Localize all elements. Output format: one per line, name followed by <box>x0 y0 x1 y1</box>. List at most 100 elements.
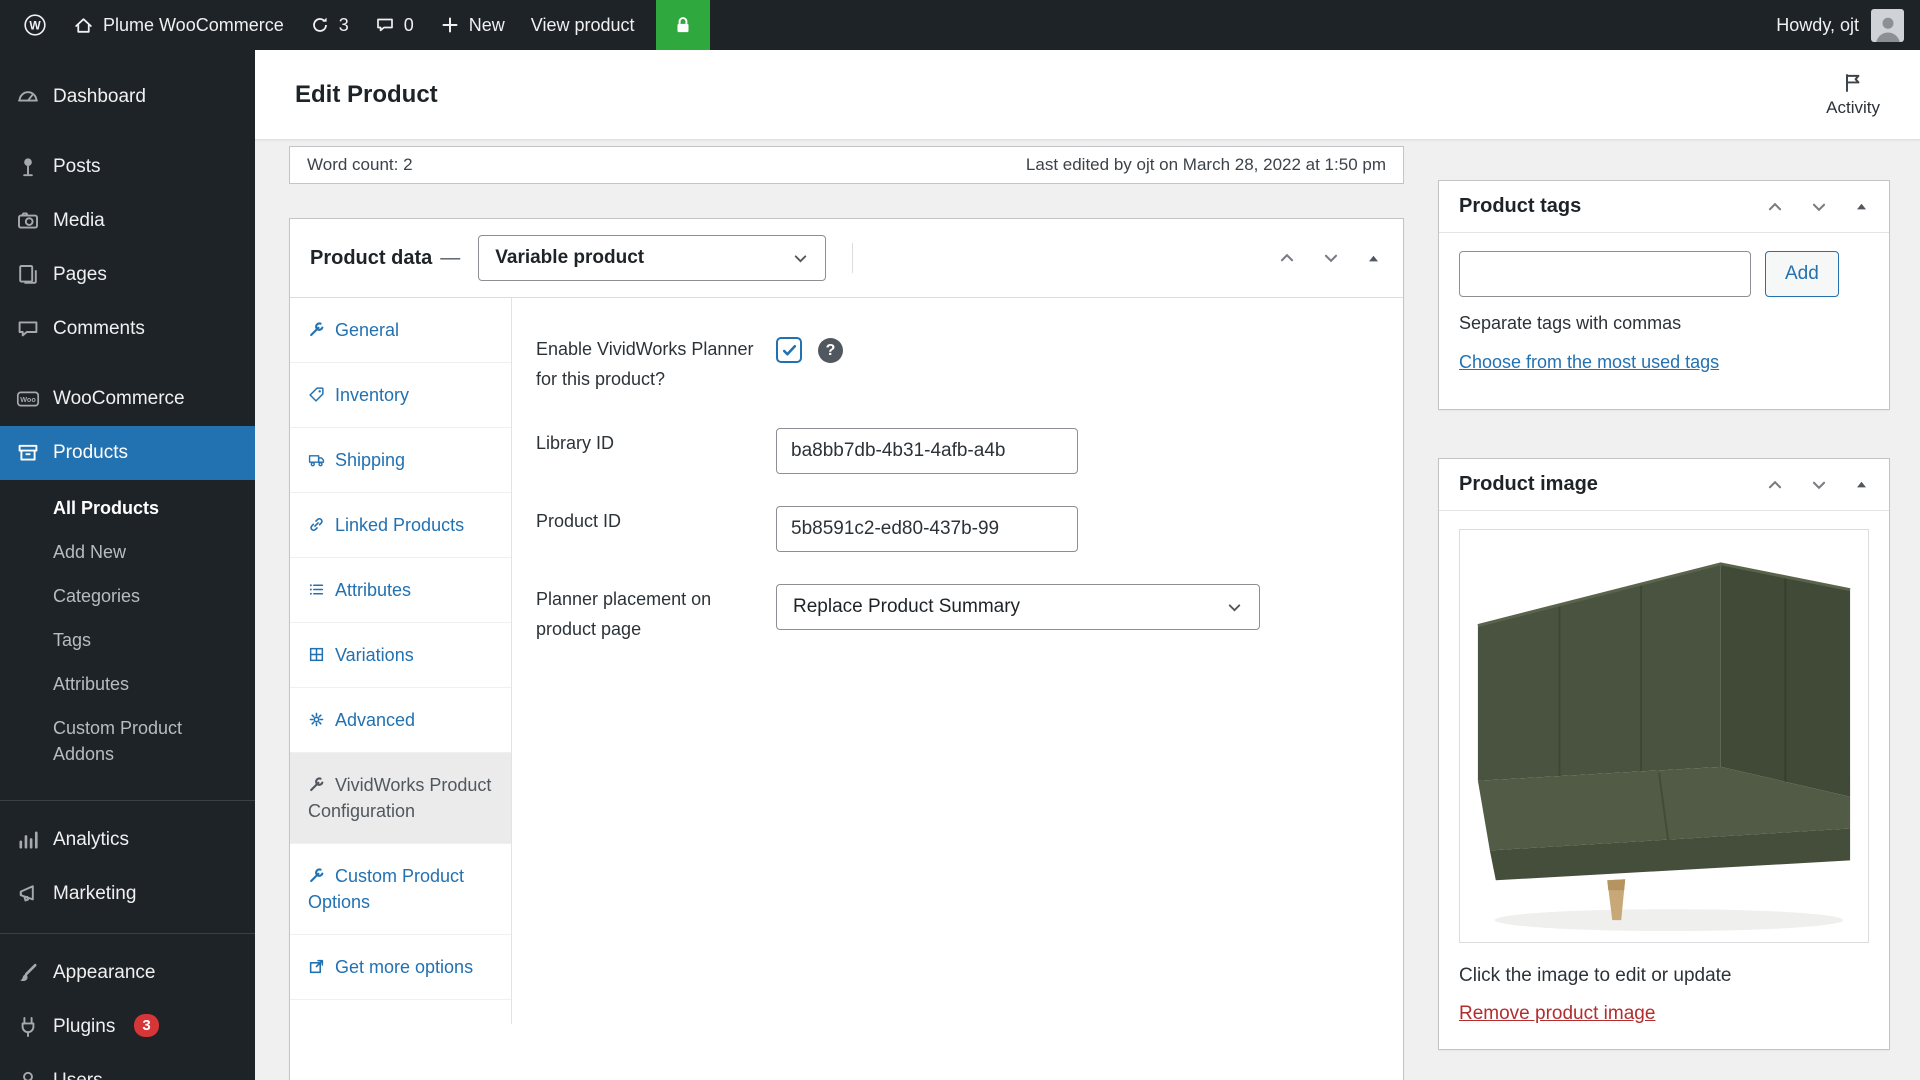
updates-link[interactable]: 3 <box>297 0 362 50</box>
move-down-button[interactable] <box>1322 249 1340 267</box>
comments-link[interactable]: 0 <box>362 0 427 50</box>
woocommerce-icon: Woo <box>16 387 40 411</box>
external-arrow-icon <box>308 958 325 975</box>
product-id-input[interactable] <box>776 506 1078 552</box>
last-edited: Last edited by ojt on March 28, 2022 at … <box>1025 155 1386 174</box>
tab-custom-product-options[interactable]: Custom Product Options <box>290 844 511 935</box>
security-status-button[interactable] <box>655 0 710 50</box>
product-type-value: Variable product <box>495 247 645 268</box>
planner-placement-value: Replace Product Summary <box>793 596 1021 617</box>
sidebar-item-users[interactable]: Users <box>0 1054 255 1080</box>
activity-button[interactable]: Activity <box>1826 71 1880 118</box>
collapse-toggle-button[interactable] <box>1854 477 1869 492</box>
tag-icon <box>308 386 325 403</box>
planner-placement-select[interactable]: Replace Product Summary <box>776 584 1260 630</box>
submenu-add-new[interactable]: Add New <box>0 530 255 574</box>
tab-label: Advanced <box>335 710 416 730</box>
home-icon <box>73 15 94 36</box>
collapse-toggle-button[interactable] <box>1366 251 1381 266</box>
product-tags-panel: Product tags Add Separate tags with comm… <box>1438 180 1890 410</box>
sidebar-item-label: Appearance <box>53 962 156 983</box>
product-image-thumbnail[interactable] <box>1459 529 1869 943</box>
remove-product-image-link[interactable]: Remove product image <box>1459 1003 1655 1025</box>
move-down-button[interactable] <box>1810 198 1828 216</box>
site-name-link[interactable]: Plume WooCommerce <box>60 0 297 50</box>
collapse-toggle-button[interactable] <box>1854 199 1869 214</box>
submenu-tags[interactable]: Tags <box>0 618 255 662</box>
product-type-select[interactable]: Variable product <box>478 235 827 281</box>
chevron-up-icon <box>1280 253 1294 262</box>
sidebar-item-appearance[interactable]: Appearance <box>0 946 255 1000</box>
sidebar-item-posts[interactable]: Posts <box>0 140 255 194</box>
new-button[interactable]: New <box>427 0 518 50</box>
view-product-label: View product <box>530 14 635 35</box>
view-product-link[interactable]: View product <box>518 0 648 50</box>
page-header: Edit Product Activity <box>255 50 1920 140</box>
sidebar-item-label: Comments <box>53 318 145 339</box>
menu-separator <box>0 933 255 934</box>
sidebar-item-media[interactable]: Media <box>0 194 255 248</box>
sidebar-item-products[interactable]: Products <box>0 426 255 480</box>
product-tags-header: Product tags <box>1439 181 1889 233</box>
help-icon[interactable]: ? <box>818 338 843 363</box>
products-submenu: All Products Add New Categories Tags Att… <box>0 480 255 788</box>
tab-label: Linked Products <box>335 515 465 535</box>
tab-advanced[interactable]: Advanced <box>290 688 511 753</box>
sidebar-item-marketing[interactable]: Marketing <box>0 867 255 921</box>
sidebar-item-label: Posts <box>53 156 101 177</box>
new-tag-input[interactable] <box>1459 251 1751 297</box>
tab-label: VividWorks Product Configuration <box>308 775 492 821</box>
title-separator: — <box>440 246 461 269</box>
enable-planner-checkbox[interactable] <box>776 337 802 363</box>
wordpress-logo[interactable]: W <box>10 0 60 50</box>
sidebar-item-woocommerce[interactable]: Woo WooCommerce <box>0 372 255 426</box>
move-up-button[interactable] <box>1766 198 1784 216</box>
tab-variations[interactable]: Variations <box>290 623 511 688</box>
sidebar-item-label: Pages <box>53 264 107 285</box>
tab-attributes[interactable]: Attributes <box>290 558 511 623</box>
move-down-button[interactable] <box>1810 476 1828 494</box>
sidebar-item-pages[interactable]: Pages <box>0 248 255 302</box>
sidebar-item-label: Users <box>53 1068 103 1080</box>
users-icon <box>16 1069 40 1080</box>
move-up-button[interactable] <box>1766 476 1784 494</box>
submenu-attributes[interactable]: Attributes <box>0 662 255 706</box>
new-label: New <box>468 14 505 35</box>
tab-inventory[interactable]: Inventory <box>290 363 511 428</box>
tab-general[interactable]: General <box>290 298 511 363</box>
library-id-input[interactable] <box>776 428 1078 474</box>
sidebar-item-plugins[interactable]: Plugins 3 <box>0 1000 255 1054</box>
bar-chart-icon <box>16 828 40 852</box>
sidebar-item-label: Media <box>53 210 105 231</box>
sidebar-item-label: Products <box>53 442 128 463</box>
comments-icon <box>16 317 40 341</box>
submenu-categories[interactable]: Categories <box>0 574 255 618</box>
move-up-button[interactable] <box>1278 249 1296 267</box>
add-tag-button[interactable]: Add <box>1765 251 1839 297</box>
most-used-tags-link[interactable]: Choose from the most used tags <box>1459 352 1719 373</box>
tab-get-more-options[interactable]: Get more options <box>290 935 511 1000</box>
submenu-all-products[interactable]: All Products <box>0 486 255 530</box>
image-edit-hint: Click the image to edit or update <box>1459 965 1732 986</box>
tab-linked-products[interactable]: Linked Products <box>290 493 511 558</box>
chevron-down-icon <box>1812 203 1826 211</box>
header-divider <box>852 243 854 273</box>
camera-icon <box>16 209 40 233</box>
wrench-icon <box>308 776 325 793</box>
sidebar-item-comments[interactable]: Comments <box>0 302 255 356</box>
tab-label: Inventory <box>335 385 410 405</box>
tab-vividworks-configuration[interactable]: VividWorks Product Configuration <box>290 753 511 844</box>
sidebar-item-analytics[interactable]: Analytics <box>0 813 255 867</box>
tab-shipping[interactable]: Shipping <box>290 428 511 493</box>
chevron-down-icon <box>1812 481 1826 489</box>
account-menu[interactable]: Howdy, ojt <box>1776 0 1920 50</box>
wrench-icon <box>308 321 325 338</box>
sidebar-item-dashboard[interactable]: Dashboard <box>0 70 255 124</box>
svg-text:Woo: Woo <box>20 395 36 404</box>
submenu-custom-product-addons[interactable]: Custom Product Addons <box>0 706 255 776</box>
grid-icon <box>308 646 325 663</box>
word-count: Word count: 2 <box>307 155 413 174</box>
lock-icon <box>672 14 694 36</box>
site-name-label: Plume WooCommerce <box>103 14 284 35</box>
paintbrush-icon <box>16 961 40 985</box>
